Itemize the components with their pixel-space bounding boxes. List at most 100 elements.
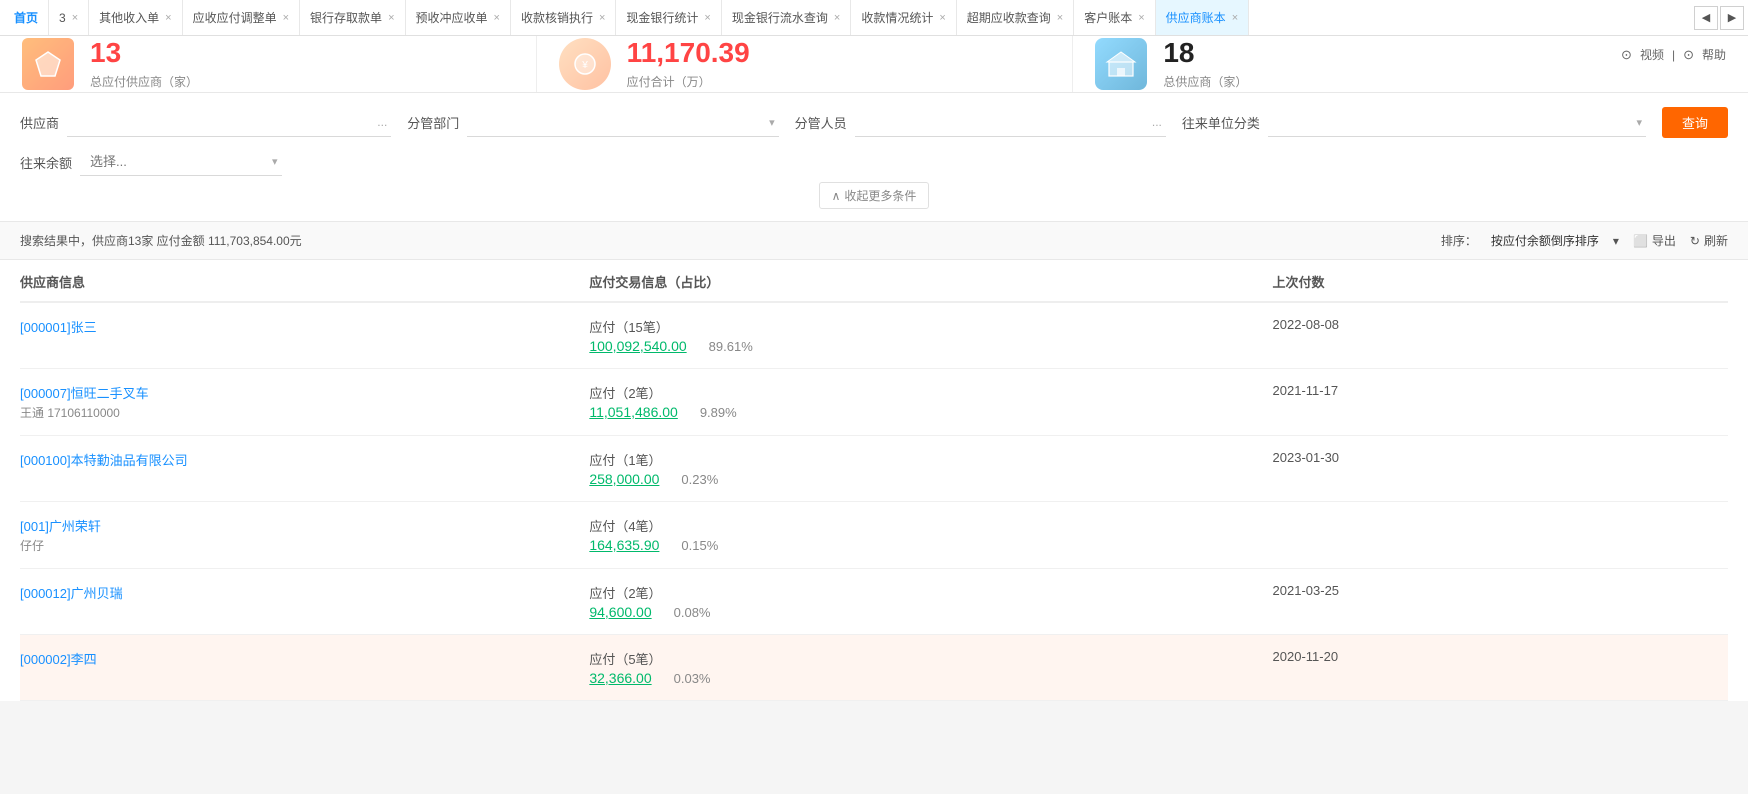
close-tab-3[interactable]: ×	[72, 12, 78, 24]
transaction-cell-3: 应付（4笔） 164,635.90 0.15%	[589, 516, 1272, 553]
stat-text-1: 13 总应付供应商（家）	[90, 38, 198, 90]
balance-input[interactable]	[84, 150, 272, 173]
top-right-links: ⊙ 视频 | ⊙ 帮助	[1621, 46, 1736, 63]
supplier-link-0[interactable]: [000001]张三	[20, 320, 97, 335]
search-button[interactable]: 查询	[1662, 107, 1728, 138]
close-advance[interactable]: ×	[494, 12, 500, 24]
last-payment-cell-5: 2020-11-20	[1273, 649, 1728, 664]
supplier-link-2[interactable]: [000100]本特勤油品有限公司	[20, 453, 188, 468]
nav-tab-advance[interactable]: 预收冲应收单 ×	[406, 0, 511, 36]
transaction-amount-0[interactable]: 100,092,540.00	[589, 338, 686, 354]
supplier-count-number: 13	[90, 38, 198, 69]
transaction-amount-3[interactable]: 164,635.90	[589, 537, 659, 553]
table-row: [000002]李四 应付（5笔） 32,366.00 0.03% 2020-1…	[20, 635, 1728, 701]
balance-dropdown-icon[interactable]: ▾	[272, 155, 278, 168]
results-summary: 搜索结果中，供应商13家 应付金额 111,703,854.00元	[20, 232, 302, 249]
nav-tab-customer-account[interactable]: 客户账本 ×	[1074, 0, 1155, 36]
filter-row-2: 往来余额 ▾	[20, 148, 1728, 176]
supplier-more-icon[interactable]: ...	[377, 115, 387, 129]
nav-tab-cash-bank-stat[interactable]: 现金银行统计 ×	[616, 0, 721, 36]
transaction-cell-0: 应付（15笔） 100,092,540.00 89.61%	[589, 317, 1272, 354]
category-filter-label: 往来单位分类	[1182, 113, 1260, 132]
sort-label: 排序：	[1441, 232, 1477, 249]
table-row: [000001]张三 应付（15笔） 100,092,540.00 89.61%…	[20, 303, 1728, 369]
export-button[interactable]: ⬜ 导出	[1633, 232, 1676, 249]
nav-tab-cash-bank-flow[interactable]: 现金银行流水查询 ×	[722, 0, 851, 36]
collection-stat-label: 收款情况统计	[861, 9, 933, 26]
nav-tab-bank-deposit[interactable]: 银行存取款单 ×	[300, 0, 405, 36]
table-row: [000012]广州贝瑞 应付（2笔） 94,600.00 0.08% 2021…	[20, 569, 1728, 635]
person-input[interactable]	[859, 111, 1152, 134]
stat-text-3: 18 总供应商（家）	[1163, 38, 1247, 90]
close-cash-bank-stat[interactable]: ×	[704, 12, 710, 24]
supplier-cell-5: [000002]李四	[20, 649, 589, 668]
department-input[interactable]	[471, 111, 769, 134]
video-link[interactable]: 视频	[1640, 46, 1664, 63]
supplier-filter-label: 供应商	[20, 113, 59, 132]
total-supplier-number: 18	[1163, 38, 1247, 69]
supplier-name-2: [000100]本特勤油品有限公司	[20, 450, 589, 469]
supplier-link-1[interactable]: [000007]恒旺二手叉车	[20, 386, 149, 401]
department-dropdown-icon[interactable]: ▾	[769, 116, 775, 129]
stat-card-total-suppliers: 18 总供应商（家）	[1073, 36, 1609, 92]
close-receipt-check[interactable]: ×	[599, 12, 605, 24]
supplier-link-3[interactable]: [001]广州荣轩	[20, 519, 101, 534]
table-body: [000001]张三 应付（15笔） 100,092,540.00 89.61%…	[20, 303, 1728, 701]
total-supplier-label: 总供应商（家）	[1163, 73, 1247, 90]
sort-value[interactable]: 按应付余额倒序排序	[1491, 232, 1599, 249]
supplier-cell-3: [001]广州荣轩 仔仔	[20, 516, 589, 554]
close-other-income[interactable]: ×	[165, 12, 171, 24]
nav-tab-other-income[interactable]: 其他收入单 ×	[89, 0, 182, 36]
nav-tab-supplier-account[interactable]: 供应商账本 ×	[1156, 0, 1249, 36]
supplier-link-5[interactable]: [000002]李四	[20, 652, 97, 667]
close-cash-bank-flow[interactable]: ×	[834, 12, 840, 24]
overdue-label: 超期应收款查询	[967, 9, 1051, 26]
sort-dropdown-icon[interactable]: ▾	[1613, 234, 1619, 248]
supplier-link-4[interactable]: [000012]广州贝瑞	[20, 586, 123, 601]
transaction-amount-1[interactable]: 11,051,486.00	[589, 404, 678, 420]
diamond-icon	[22, 38, 74, 90]
nav-tab-overdue[interactable]: 超期应收款查询 ×	[957, 0, 1074, 36]
transaction-cell-4: 应付（2笔） 94,600.00 0.08%	[589, 583, 1272, 620]
supplier-input[interactable]	[71, 111, 377, 134]
last-payment-cell-0: 2022-08-08	[1273, 317, 1728, 332]
close-ap-adjust[interactable]: ×	[283, 12, 289, 24]
category-dropdown-icon[interactable]: ▾	[1636, 116, 1642, 129]
nav-tab-home[interactable]: 首页	[4, 0, 49, 36]
close-collection-stat[interactable]: ×	[939, 12, 945, 24]
supplier-input-wrapper: ...	[67, 109, 391, 137]
nav-right-arrow[interactable]: ▶	[1720, 6, 1744, 30]
category-input[interactable]	[1272, 111, 1637, 134]
close-supplier-account[interactable]: ×	[1232, 12, 1238, 24]
refresh-label: 刷新	[1704, 232, 1728, 249]
close-customer-account[interactable]: ×	[1138, 12, 1144, 24]
close-overdue[interactable]: ×	[1057, 12, 1063, 24]
refresh-button[interactable]: ↻ 刷新	[1690, 232, 1728, 249]
transaction-amount-4[interactable]: 94,600.00	[589, 604, 651, 620]
table-row: [000007]恒旺二手叉车 王通 17106110000 应付（2笔） 11,…	[20, 369, 1728, 436]
nav-left-arrow[interactable]: ◀	[1694, 6, 1718, 30]
supplier-name-1: [000007]恒旺二手叉车	[20, 383, 589, 402]
person-filter-label: 分管人员	[795, 113, 847, 132]
results-right: 排序： 按应付余额倒序排序 ▾ ⬜ 导出 ↻ 刷新	[1441, 232, 1728, 249]
transaction-amount-2[interactable]: 258,000.00	[589, 471, 659, 487]
filter-item-department: 分管部门 ▾	[407, 109, 778, 137]
transaction-row-2: 258,000.00 0.23%	[589, 471, 1272, 487]
supplier-name-4: [000012]广州贝瑞	[20, 583, 589, 602]
transaction-cell-2: 应付（1笔） 258,000.00 0.23%	[589, 450, 1272, 487]
customer-account-label: 客户账本	[1084, 9, 1132, 26]
help-link[interactable]: 帮助	[1702, 46, 1726, 63]
nav-tab-ap-adjust[interactable]: 应收应付调整单 ×	[183, 0, 300, 36]
collapse-button[interactable]: ∧ 收起更多条件	[819, 182, 930, 209]
table-area: 供应商信息 应付交易信息（占比） 上次付数 [000001]张三 应付（15笔）…	[0, 260, 1748, 701]
nav-tab-3[interactable]: 3 ×	[49, 0, 89, 36]
results-bar: 搜索结果中，供应商13家 应付金额 111,703,854.00元 排序： 按应…	[0, 222, 1748, 260]
person-more-icon[interactable]: ...	[1152, 115, 1162, 129]
transaction-label-4: 应付（2笔）	[589, 583, 1272, 602]
close-bank-deposit[interactable]: ×	[388, 12, 394, 24]
supplier-account-label: 供应商账本	[1166, 9, 1226, 26]
nav-tab-collection-stat[interactable]: 收款情况统计 ×	[851, 0, 956, 36]
collapse-label: 收起更多条件	[844, 187, 916, 204]
transaction-amount-5[interactable]: 32,366.00	[589, 670, 651, 686]
nav-tab-receipt-check[interactable]: 收款核销执行 ×	[511, 0, 616, 36]
